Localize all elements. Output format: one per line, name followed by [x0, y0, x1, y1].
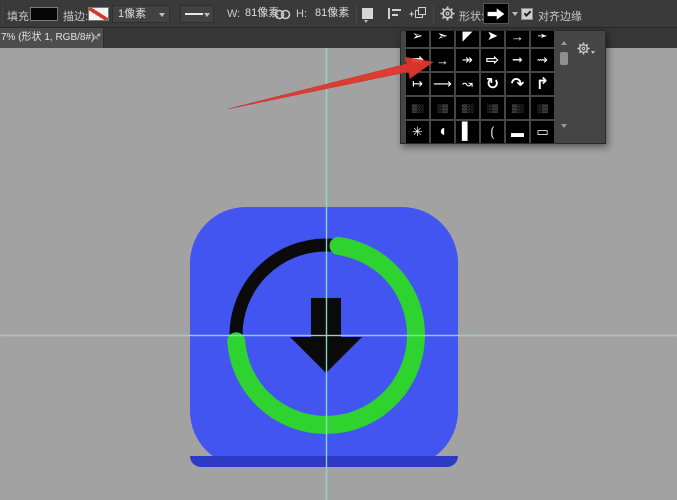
- shape-picker-panel: ➢ ➣ ◤ ➤ → ➛ ➡ → ↠ ⇨ ➞ ⇝ ↦ ⟶ ↝ ↻ ↷ ↱ ▒░ ░…: [400, 30, 606, 144]
- shape-thumbnail[interactable]: ➞: [506, 49, 529, 71]
- solid-line-icon: [185, 13, 203, 15]
- stroke-color-swatch[interactable]: [88, 7, 109, 21]
- options-toolbar: 填充: 描边: 1像素 W: 81像素 H: 81像素 + 形状: 对齐边缘: [0, 0, 677, 28]
- chevron-down-icon: [204, 13, 210, 17]
- path-alignment-icon[interactable]: [388, 8, 401, 19]
- scroll-up-icon[interactable]: [561, 41, 567, 45]
- stroke-label: 描边:: [63, 11, 89, 23]
- progress-ring-and-arrow: [227, 236, 425, 434]
- document-title: 7% (形状 1, RGB/8#) *: [1, 32, 102, 43]
- chevron-down-icon: [591, 51, 595, 54]
- vertical-guide[interactable]: [326, 48, 327, 500]
- shape-grid: ➢ ➣ ◤ ➤ → ➛ ➡ → ↠ ⇨ ➞ ⇝ ↦ ⟶ ↝ ↻ ↷ ↱ ▒░ ░…: [406, 31, 554, 143]
- photoshop-window: 填充: 描边: 1像素 W: 81像素 H: 81像素 + 形状: 对齐边缘 7…: [0, 0, 677, 500]
- shape-thumbnail-texture[interactable]: ▒░: [406, 97, 429, 119]
- panel-scrollbar[interactable]: [558, 31, 570, 143]
- shape-thumbnail-texture[interactable]: ░▒: [481, 97, 504, 119]
- shape-thumbnail[interactable]: →: [506, 31, 529, 47]
- document-tab[interactable]: 7% (形状 1, RGB/8#) * ×: [0, 28, 104, 48]
- shape-thumbnail[interactable]: ➤: [481, 31, 504, 47]
- shape-preview-dropdown[interactable]: [483, 3, 509, 24]
- shape-thumbnail[interactable]: ▌: [456, 121, 479, 143]
- bold-arrow-icon: [487, 8, 505, 20]
- close-icon[interactable]: ×: [93, 28, 99, 48]
- shape-thumbnail[interactable]: ↷: [506, 73, 529, 95]
- shape-thumbnail[interactable]: ➣: [431, 31, 454, 47]
- shape-thumbnail[interactable]: ➛: [531, 31, 554, 47]
- scroll-down-icon[interactable]: [561, 124, 567, 128]
- panel-menu-button[interactable]: [577, 42, 595, 60]
- fill-label: 填充:: [7, 11, 33, 23]
- stroke-width-value: 1像素: [118, 8, 147, 20]
- height-value: 81像素: [315, 7, 350, 19]
- shape-thumbnail[interactable]: ↝: [456, 73, 479, 95]
- shape-thumbnail[interactable]: ↦: [406, 73, 429, 95]
- shape-thumbnail-texture[interactable]: ▒░: [506, 97, 529, 119]
- shape-thumbnail[interactable]: ⇨: [481, 49, 504, 71]
- height-label: H:: [296, 8, 307, 20]
- height-input[interactable]: 81像素: [310, 5, 349, 23]
- chevron-down-icon: [159, 13, 165, 17]
- shape-thumbnail[interactable]: ⇝: [531, 49, 554, 71]
- shape-thumbnail-bold-arrow[interactable]: ➡: [406, 49, 429, 71]
- shape-thumbnail-texture[interactable]: ▒░: [456, 97, 479, 119]
- shape-thumbnail[interactable]: ✳: [406, 121, 429, 143]
- link-dimensions-icon[interactable]: [274, 9, 291, 20]
- shape-thumbnail-texture[interactable]: ░▒: [431, 97, 454, 119]
- path-arrangement-icon[interactable]: +: [409, 7, 426, 20]
- stroke-style-dropdown[interactable]: [180, 5, 214, 23]
- shape-thumbnail[interactable]: ◖: [431, 121, 454, 143]
- align-edges-checkbox[interactable]: [521, 8, 533, 20]
- scrollbar-thumb[interactable]: [560, 52, 568, 65]
- shape-thumbnail-texture[interactable]: ░▒: [531, 97, 554, 119]
- download-app-icon-artwork: [190, 207, 458, 467]
- shape-thumbnail[interactable]: ↱: [531, 73, 554, 95]
- shape-label: 形状:: [459, 11, 485, 23]
- shape-thumbnail[interactable]: ▭: [531, 121, 554, 143]
- shape-thumbnail[interactable]: ↠: [456, 49, 479, 71]
- fill-color-swatch[interactable]: [30, 7, 58, 21]
- gear-icon: [577, 42, 590, 55]
- width-label: W:: [227, 8, 241, 20]
- path-operations-icon[interactable]: [362, 8, 373, 23]
- shape-thumbnail[interactable]: ⟮: [481, 121, 504, 143]
- shape-thumbnail[interactable]: ↻: [481, 73, 504, 95]
- shape-thumbnail[interactable]: ◤: [456, 31, 479, 47]
- stroke-width-dropdown[interactable]: 1像素: [112, 5, 170, 23]
- check-icon: [523, 9, 532, 17]
- shape-thumbnail[interactable]: →: [431, 49, 454, 71]
- shape-thumbnail[interactable]: ⟶: [431, 73, 454, 95]
- shape-thumbnail[interactable]: ▬: [506, 121, 529, 143]
- align-edges-label: 对齐边缘: [538, 11, 582, 23]
- chevron-down-icon[interactable]: [512, 12, 518, 16]
- toolbar-separator: [356, 4, 357, 24]
- toolbar-separator: [433, 4, 434, 24]
- toolbar-separator: [2, 4, 3, 24]
- shape-thumbnail[interactable]: ➢: [406, 31, 429, 47]
- horizontal-guide[interactable]: [0, 335, 677, 336]
- gear-icon[interactable]: [440, 6, 455, 21]
